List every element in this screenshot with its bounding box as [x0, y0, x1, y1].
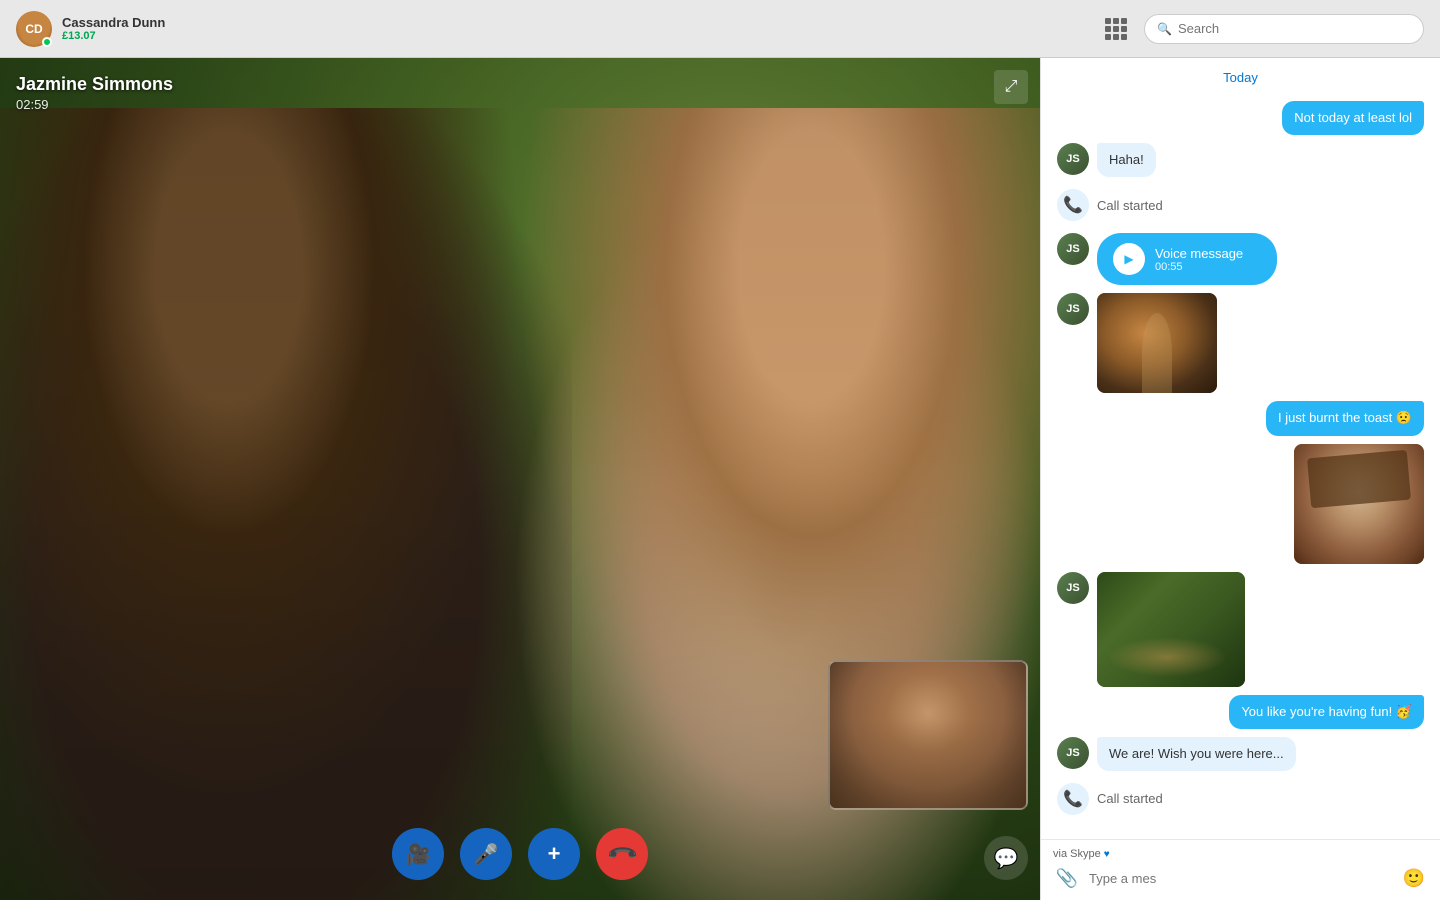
- chat-input-area: via Skype ♥ 📎 🙂: [1041, 839, 1440, 900]
- chat-toggle-button[interactable]: 💬: [984, 836, 1028, 880]
- contact-avatar: JS: [1057, 293, 1089, 325]
- emoji-button[interactable]: 🙂: [1400, 864, 1428, 892]
- search-input[interactable]: [1178, 21, 1411, 36]
- topbar-right: 🔍: [1100, 13, 1424, 45]
- video-area: Jazmine Simmons 02:59 ⤢ 🎥 🎤: [0, 58, 1040, 900]
- message-bubble: Not today at least lol: [1282, 101, 1424, 135]
- chat-panel: Today Not today at least lol JS Haha! 📞 …: [1040, 58, 1440, 900]
- chat-date-header: Today: [1041, 58, 1440, 93]
- photo-thumbnail[interactable]: [1097, 293, 1217, 393]
- online-status-dot: [42, 37, 52, 47]
- chat-messages[interactable]: Not today at least lol JS Haha! 📞 Call s…: [1041, 93, 1440, 839]
- contact-avatar: JS: [1057, 143, 1089, 175]
- hangup-button[interactable]: 📞: [596, 828, 648, 880]
- input-row: 📎 🙂: [1053, 864, 1428, 892]
- main-content: Jazmine Simmons 02:59 ⤢ 🎥 🎤: [0, 58, 1440, 900]
- call-timer: 02:59: [16, 97, 173, 112]
- call-started-row: 📞 Call started: [1057, 185, 1424, 225]
- message-row: JS: [1057, 572, 1424, 687]
- photo-thumbnail[interactable]: [1294, 444, 1424, 564]
- user-avatar-wrap: CD: [16, 11, 52, 47]
- add-icon: +: [548, 841, 561, 867]
- message-row: [1057, 444, 1424, 564]
- user-credit: £13.07: [62, 30, 165, 42]
- topbar: CD Cassandra Dunn £13.07 🔍: [0, 0, 1440, 58]
- voice-message-bubble[interactable]: ▶ Voice message 00:55: [1097, 233, 1277, 285]
- user-name: Cassandra Dunn: [62, 15, 165, 30]
- caller-name-overlay: Jazmine Simmons 02:59: [16, 74, 173, 112]
- phone-icon: 📞: [1057, 783, 1089, 815]
- message-row: JS We are! Wish you were here...: [1057, 737, 1424, 771]
- search-icon: 🔍: [1157, 22, 1172, 36]
- message-bubble: You like you're having fun! 🥳: [1229, 695, 1424, 729]
- search-box[interactable]: 🔍: [1144, 14, 1424, 44]
- play-button[interactable]: ▶: [1113, 243, 1145, 275]
- message-bubble: Haha!: [1097, 143, 1156, 177]
- chat-icon: 💬: [994, 846, 1019, 871]
- grid-icon: [1105, 18, 1127, 40]
- phone-icon: 📞: [1057, 189, 1089, 221]
- camera-icon: 🎥: [406, 842, 431, 867]
- contact-avatar: JS: [1057, 737, 1089, 769]
- self-view-pip: [828, 660, 1028, 810]
- message-bubble: We are! Wish you were here...: [1097, 737, 1296, 771]
- call-started-text: Call started: [1097, 198, 1163, 213]
- voice-message-duration: 00:55: [1155, 261, 1243, 273]
- main-video: Jazmine Simmons 02:59 ⤢ 🎥 🎤: [0, 58, 1040, 900]
- mute-button[interactable]: 🎤: [460, 828, 512, 880]
- call-started-text: Call started: [1097, 791, 1163, 806]
- camera-button[interactable]: 🎥: [392, 828, 444, 880]
- via-skype-label: via Skype ♥: [1053, 848, 1428, 860]
- call-started-row: 📞 Call started: [1057, 779, 1424, 819]
- attach-button[interactable]: 📎: [1053, 864, 1081, 892]
- caller-name: Jazmine Simmons: [16, 74, 173, 95]
- message-row: I just burnt the toast 😟: [1057, 401, 1424, 435]
- user-info: Cassandra Dunn £13.07: [62, 15, 165, 42]
- add-participant-button[interactable]: +: [528, 828, 580, 880]
- call-controls: 🎥 🎤 + 📞 💬: [0, 828, 1040, 880]
- message-row: Not today at least lol: [1057, 101, 1424, 135]
- voice-info: Voice message 00:55: [1155, 246, 1243, 273]
- expand-button[interactable]: ⤢: [994, 70, 1028, 104]
- contact-avatar: JS: [1057, 233, 1089, 265]
- message-input[interactable]: [1089, 871, 1392, 886]
- grid-menu-button[interactable]: [1100, 13, 1132, 45]
- message-row: JS Haha!: [1057, 143, 1424, 177]
- hangup-icon: 📞: [604, 836, 639, 871]
- message-row: JS: [1057, 293, 1424, 393]
- message-row: You like you're having fun! 🥳: [1057, 695, 1424, 729]
- self-view-background: [830, 662, 1026, 808]
- mute-icon: 🎤: [474, 842, 499, 867]
- message-row: JS ▶ Voice message 00:55: [1057, 233, 1424, 285]
- photo-thumbnail[interactable]: [1097, 572, 1245, 687]
- contact-avatar: JS: [1057, 572, 1089, 604]
- skype-heart-icon: ♥: [1104, 849, 1110, 860]
- message-bubble: I just burnt the toast 😟: [1266, 401, 1424, 435]
- voice-message-title: Voice message: [1155, 246, 1243, 261]
